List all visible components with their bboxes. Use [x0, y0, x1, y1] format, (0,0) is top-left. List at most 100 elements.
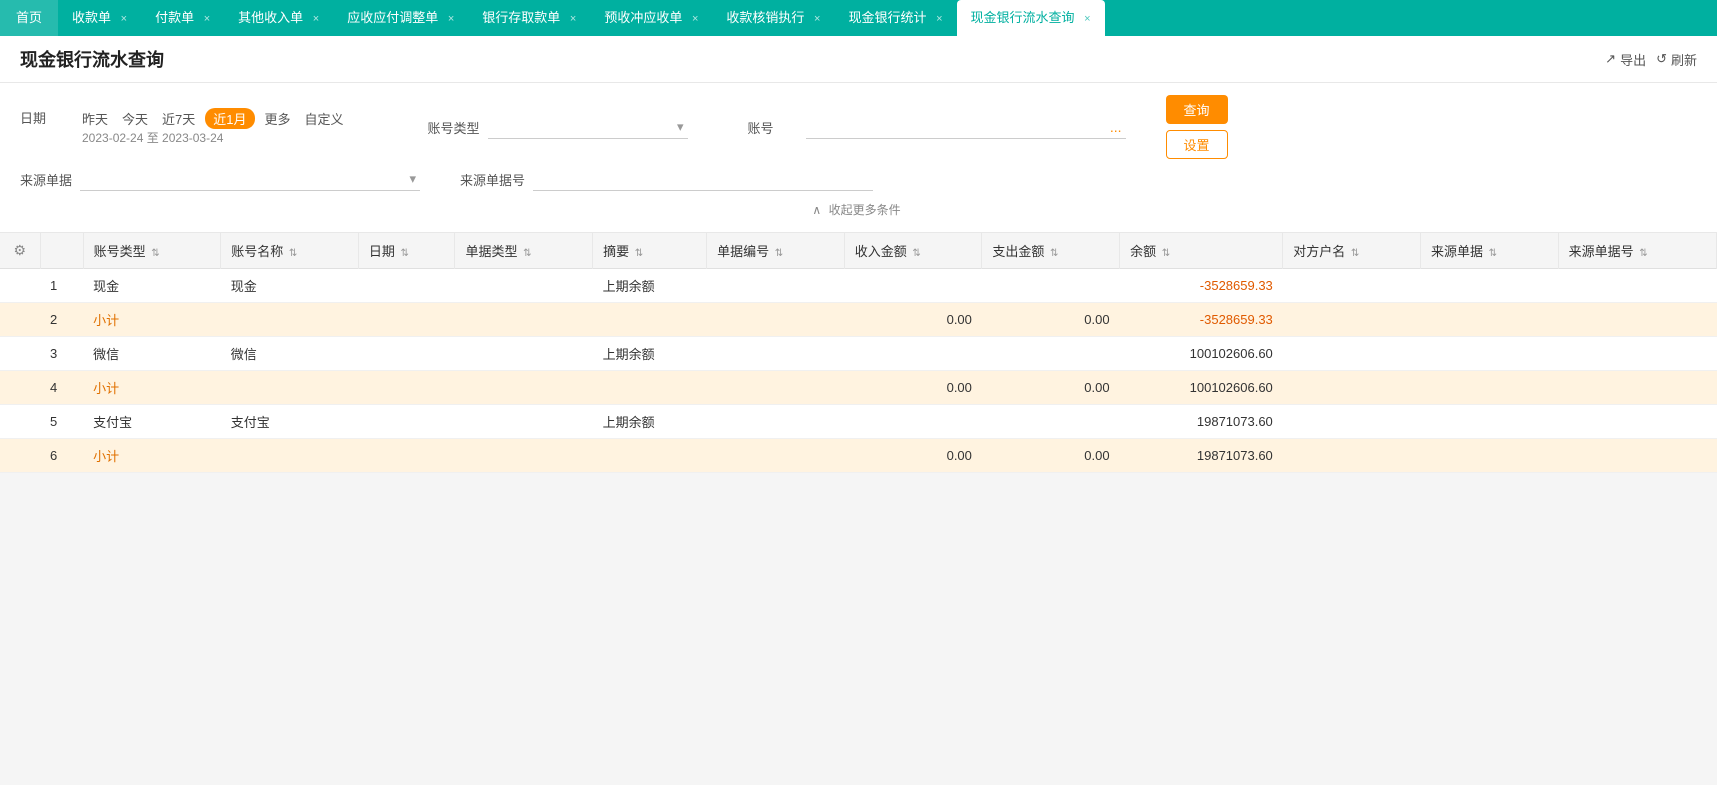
close-cash-bank-stat-icon[interactable]: × [936, 13, 942, 25]
refresh-button[interactable]: ↺ 刷新 [1656, 50, 1697, 69]
cell-checkbox [0, 337, 40, 371]
cell-income: 0.00 [844, 303, 982, 337]
th-settings[interactable]: ⚙ [0, 233, 40, 269]
collapse-bar[interactable]: ∧ 收起更多条件 [20, 197, 1697, 224]
cell-counterparty [1283, 405, 1421, 439]
nav-other-income[interactable]: 其他收入单 × [224, 0, 333, 36]
cell-balance: 100102606.60 [1120, 337, 1283, 371]
sort-source-doc-icon: ⇅ [1489, 248, 1497, 259]
gear-icon: ⚙ [13, 242, 26, 258]
nav-payment[interactable]: 付款单 × [141, 0, 224, 36]
top-navigation: 首页 收款单 × 付款单 × 其他收入单 × 应收应付调整单 × 银行存取款单 … [0, 0, 1717, 36]
cell-row-num: 6 [40, 439, 83, 473]
cell-doc-no [707, 269, 845, 303]
close-cash-bank-flow-icon[interactable]: × [1084, 13, 1090, 25]
th-doc-type[interactable]: 单据类型 ⇅ [455, 233, 593, 269]
filter-area: 日期 昨天 今天 近7天 近1月 更多 自定义 2023-02-24 至 202… [0, 83, 1717, 233]
cell-checkbox [0, 439, 40, 473]
nav-home[interactable]: 首页 [0, 0, 58, 36]
cell-income [844, 269, 982, 303]
nav-advance-offset[interactable]: 预收冲应收单 × [590, 0, 712, 36]
cell-source-doc [1420, 303, 1558, 337]
nav-ar-ap[interactable]: 应收应付调整单 × [333, 0, 468, 36]
date-btn-7days[interactable]: 近7天 [158, 108, 199, 129]
table-header-row: ⚙ 账号类型 ⇅ 账号名称 ⇅ 日期 ⇅ 单据类型 ⇅ 摘要 ⇅ 单据编号 ⇅ … [0, 233, 1717, 269]
account-type-filter: 账号类型 ▾ [428, 115, 688, 139]
table-row: 2 小计 0.00 0.00 -3528659.33 [0, 303, 1717, 337]
nav-bank-deposit[interactable]: 银行存取款单 × [468, 0, 590, 36]
cell-summary [593, 303, 707, 337]
sort-doc-no-icon: ⇅ [775, 248, 783, 259]
cell-doc-no [707, 303, 845, 337]
close-payment-icon[interactable]: × [204, 13, 210, 25]
cell-account-name [221, 303, 359, 337]
cell-expense [982, 269, 1120, 303]
date-btn-today[interactable]: 今天 [118, 108, 152, 129]
collapse-chevron-icon: ∧ [812, 203, 821, 217]
th-date[interactable]: 日期 ⇅ [358, 233, 455, 269]
cell-source-doc-no [1558, 303, 1716, 337]
table-row: 5 支付宝 支付宝 上期余额 19871073.60 [0, 405, 1717, 439]
cell-counterparty [1283, 269, 1421, 303]
close-collection-verify-icon[interactable]: × [814, 13, 820, 25]
date-btn-custom[interactable]: 自定义 [301, 108, 348, 129]
cell-date [358, 337, 455, 371]
settings-button[interactable]: 设置 [1166, 130, 1228, 159]
cell-income: 0.00 [844, 371, 982, 405]
cell-account-type: 小计 [83, 439, 221, 473]
th-counterparty[interactable]: 对方户名 ⇅ [1283, 233, 1421, 269]
date-btn-yesterday[interactable]: 昨天 [78, 108, 112, 129]
cell-balance: -3528659.33 [1120, 269, 1283, 303]
cell-source-doc [1420, 337, 1558, 371]
date-btn-1month[interactable]: 近1月 [205, 108, 254, 129]
source-doc-no-input[interactable] [533, 167, 873, 191]
close-bank-deposit-icon[interactable]: × [570, 13, 576, 25]
date-range-display: 2023-02-24 至 2023-03-24 [82, 129, 348, 146]
cell-income [844, 337, 982, 371]
table-row: 3 微信 微信 上期余额 100102606.60 [0, 337, 1717, 371]
account-no-input[interactable]: ... [806, 115, 1126, 139]
cell-counterparty [1283, 439, 1421, 473]
date-btn-more[interactable]: 更多 [261, 108, 295, 129]
cell-doc-no [707, 371, 845, 405]
account-type-label: 账号类型 [428, 118, 480, 137]
th-doc-no[interactable]: 单据编号 ⇅ [707, 233, 845, 269]
th-expense[interactable]: 支出金额 ⇅ [982, 233, 1120, 269]
sort-account-type-icon: ⇅ [151, 248, 159, 259]
nav-cash-bank-flow[interactable]: 现金银行流水查询 × [957, 0, 1105, 36]
th-summary[interactable]: 摘要 ⇅ [593, 233, 707, 269]
account-no-label: 账号 [748, 118, 798, 137]
close-receipt-icon[interactable]: × [121, 13, 127, 25]
cell-account-name: 微信 [221, 337, 359, 371]
th-source-doc[interactable]: 来源单据 ⇅ [1420, 233, 1558, 269]
th-income[interactable]: 收入金额 ⇅ [844, 233, 982, 269]
header-actions: ↗ 导出 ↺ 刷新 [1605, 50, 1697, 69]
cell-account-name [221, 439, 359, 473]
th-source-doc-no[interactable]: 来源单据号 ⇅ [1558, 233, 1716, 269]
nav-receipt[interactable]: 收款单 × [58, 0, 141, 36]
nav-collection-verify[interactable]: 收款核销执行 × [712, 0, 834, 36]
cell-account-type: 现金 [83, 269, 221, 303]
source-doc-select[interactable]: ▾ [80, 167, 420, 191]
close-advance-offset-icon[interactable]: × [692, 13, 698, 25]
th-account-name[interactable]: 账号名称 ⇅ [221, 233, 359, 269]
cell-summary [593, 371, 707, 405]
query-button[interactable]: 查询 [1166, 95, 1228, 124]
export-button[interactable]: ↗ 导出 [1605, 50, 1646, 69]
th-row-num [40, 233, 83, 269]
account-type-select[interactable]: ▾ [488, 115, 688, 139]
cell-doc-no [707, 439, 845, 473]
nav-cash-bank-stat[interactable]: 现金银行统计 × [834, 0, 956, 36]
account-no-dots-icon[interactable]: ... [1110, 119, 1122, 135]
close-ar-ap-icon[interactable]: × [448, 13, 454, 25]
cell-date [358, 269, 455, 303]
cell-doc-no [707, 405, 845, 439]
cell-expense [982, 405, 1120, 439]
close-other-income-icon[interactable]: × [313, 13, 319, 25]
cell-summary: 上期余额 [593, 269, 707, 303]
th-account-type[interactable]: 账号类型 ⇅ [83, 233, 221, 269]
cell-doc-type [455, 405, 593, 439]
cell-account-name [221, 371, 359, 405]
th-balance[interactable]: 余额 ⇅ [1120, 233, 1283, 269]
refresh-icon: ↺ [1656, 51, 1667, 67]
